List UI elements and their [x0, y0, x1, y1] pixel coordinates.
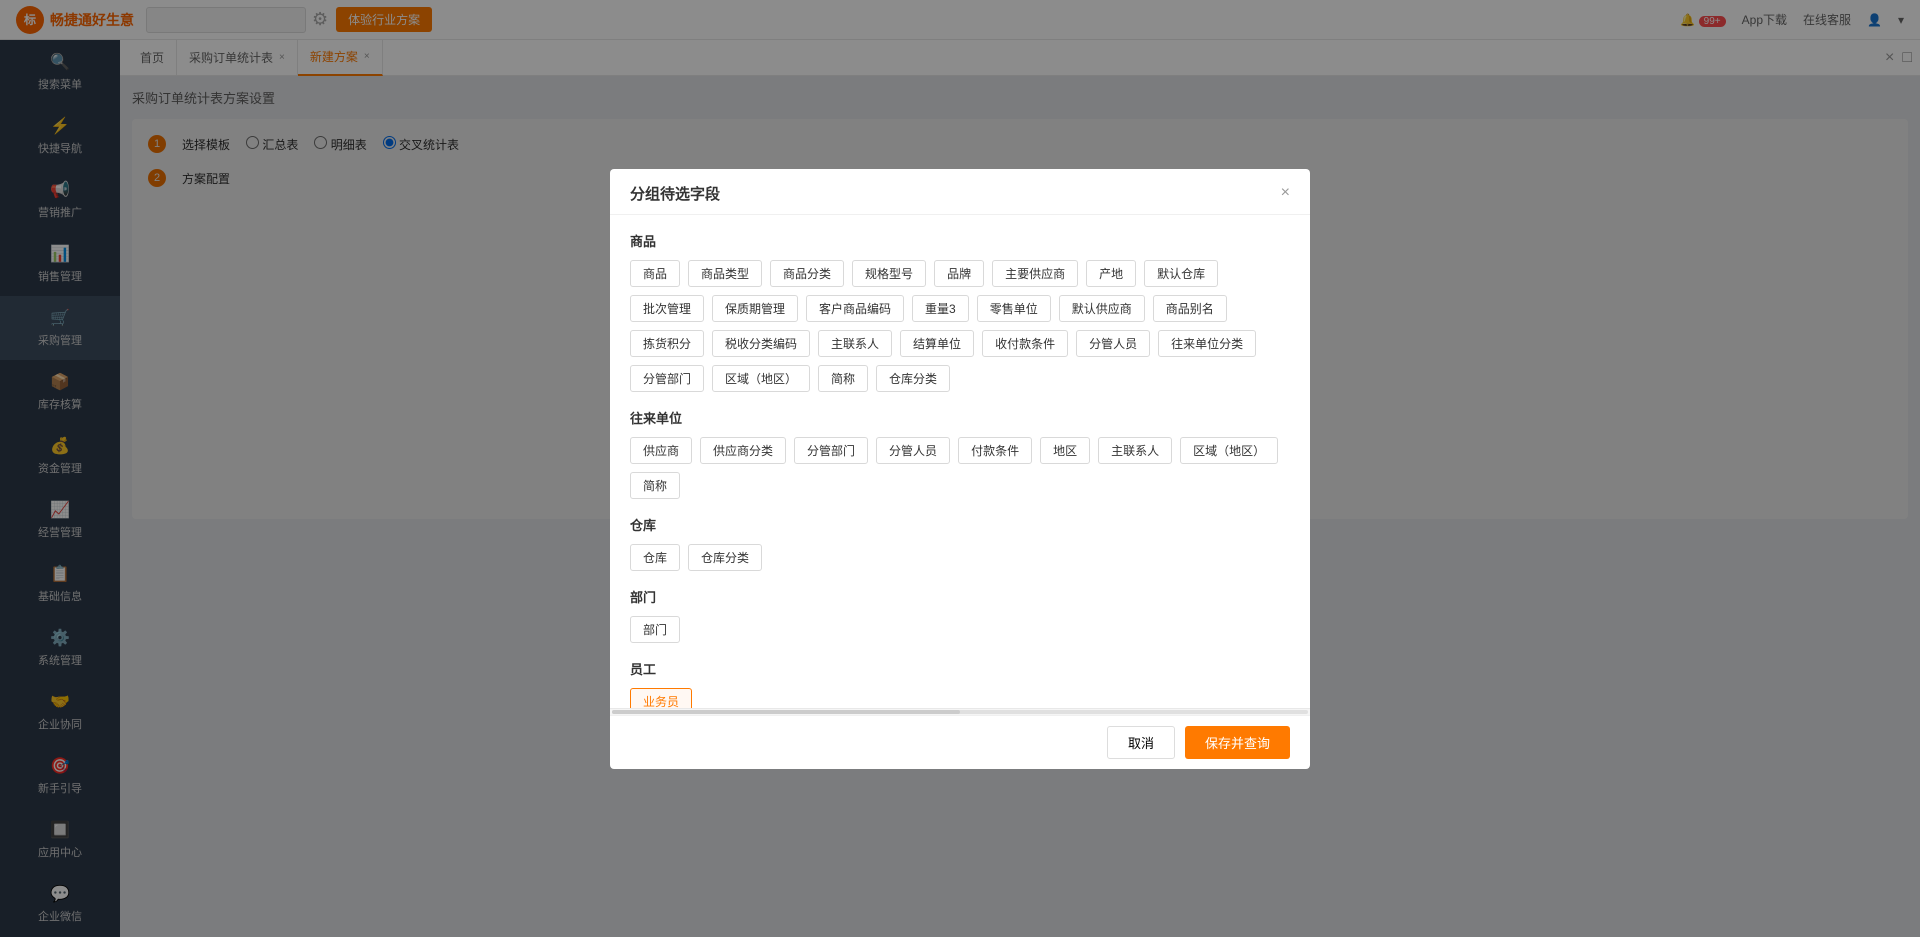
tag-region[interactable]: 区域（地区） — [712, 365, 810, 392]
tag-goods[interactable]: 商品 — [630, 260, 680, 287]
tag-retail-unit[interactable]: 零售单位 — [977, 295, 1051, 322]
tag-customer-code[interactable]: 客户商品编码 — [806, 295, 904, 322]
tag-party-category[interactable]: 往来单位分类 — [1158, 330, 1256, 357]
tag-expiry-mgmt[interactable]: 保质期管理 — [712, 295, 798, 322]
confirm-button[interactable]: 保存并查询 — [1185, 726, 1290, 759]
section-employee-label: 员工 — [630, 659, 1290, 678]
tag-default-warehouse[interactable]: 默认仓库 — [1144, 260, 1218, 287]
tag-default-supplier[interactable]: 默认供应商 — [1059, 295, 1145, 322]
goods-tags: 商品 商品类型 商品分类 规格型号 品牌 主要供应商 产地 默认仓库 批次管理 … — [630, 260, 1290, 392]
modal-header: 分组待选字段 × — [610, 169, 1310, 215]
modal-close-btn[interactable]: × — [1281, 184, 1290, 202]
modal-title: 分组待选字段 — [630, 183, 720, 204]
tag-supplier-category[interactable]: 供应商分类 — [700, 437, 786, 464]
section-employee: 员工 业务员 — [630, 659, 1290, 709]
section-party: 往来单位 供应商 供应商分类 分管部门 分管人员 付款条件 地区 主联系人 区域… — [630, 408, 1290, 499]
tag-warehouse-cat[interactable]: 仓库分类 — [688, 544, 762, 571]
scrollbar-thumb[interactable] — [612, 710, 960, 714]
section-warehouse: 仓库 仓库 仓库分类 — [630, 515, 1290, 571]
tag-salesperson[interactable]: 业务员 — [630, 688, 692, 709]
field-select-modal: 分组待选字段 × 商品 商品 商品类型 商品分类 规格型号 品牌 主要供应商 产… — [610, 169, 1310, 769]
cancel-button[interactable]: 取消 — [1107, 726, 1175, 759]
tag-origin[interactable]: 产地 — [1086, 260, 1136, 287]
tag-warehouse-category[interactable]: 仓库分类 — [876, 365, 950, 392]
tag-spec-model[interactable]: 规格型号 — [852, 260, 926, 287]
modal-overlay: 分组待选字段 × 商品 商品 商品类型 商品分类 规格型号 品牌 主要供应商 产… — [0, 0, 1920, 937]
tag-short-name2[interactable]: 简称 — [630, 472, 680, 499]
party-tags: 供应商 供应商分类 分管部门 分管人员 付款条件 地区 主联系人 区域（地区） … — [630, 437, 1290, 499]
department-tags: 部门 — [630, 616, 1290, 643]
tag-payment-terms[interactable]: 收付款条件 — [982, 330, 1068, 357]
tag-batch-mgmt[interactable]: 批次管理 — [630, 295, 704, 322]
tag-goods-type[interactable]: 商品类型 — [688, 260, 762, 287]
tag-main-contact[interactable]: 主联系人 — [818, 330, 892, 357]
tag-managed-person[interactable]: 分管人员 — [876, 437, 950, 464]
tag-warehouse[interactable]: 仓库 — [630, 544, 680, 571]
tag-short-name[interactable]: 简称 — [818, 365, 868, 392]
section-party-label: 往来单位 — [630, 408, 1290, 427]
tag-area[interactable]: 地区 — [1040, 437, 1090, 464]
horizontal-scrollbar[interactable] — [610, 708, 1310, 714]
tag-department[interactable]: 部门 — [630, 616, 680, 643]
tag-payment-condition[interactable]: 付款条件 — [958, 437, 1032, 464]
modal-footer: 取消 保存并查询 — [610, 715, 1310, 769]
tag-dept[interactable]: 分管部门 — [630, 365, 704, 392]
section-goods: 商品 商品 商品类型 商品分类 规格型号 品牌 主要供应商 产地 默认仓库 批次… — [630, 231, 1290, 392]
warehouse-tags: 仓库 仓库分类 — [630, 544, 1290, 571]
tag-brand[interactable]: 品牌 — [934, 260, 984, 287]
modal-body: 商品 商品 商品类型 商品分类 规格型号 品牌 主要供应商 产地 默认仓库 批次… — [610, 215, 1310, 709]
tag-goods-category[interactable]: 商品分类 — [770, 260, 844, 287]
employee-tags: 业务员 — [630, 688, 1290, 709]
section-department: 部门 部门 — [630, 587, 1290, 643]
tag-main-contact2[interactable]: 主联系人 — [1098, 437, 1172, 464]
tag-managed-dept[interactable]: 分管部门 — [794, 437, 868, 464]
tag-manager[interactable]: 分管人员 — [1076, 330, 1150, 357]
tag-goods-alias[interactable]: 商品别名 — [1153, 295, 1227, 322]
section-department-label: 部门 — [630, 587, 1290, 606]
tag-region2[interactable]: 区域（地区） — [1180, 437, 1278, 464]
tag-supplier[interactable]: 供应商 — [630, 437, 692, 464]
tag-main-supplier[interactable]: 主要供应商 — [992, 260, 1078, 287]
section-goods-label: 商品 — [630, 231, 1290, 250]
tag-settlement-unit[interactable]: 结算单位 — [900, 330, 974, 357]
tag-tax-code[interactable]: 税收分类编码 — [712, 330, 810, 357]
tag-pick-points[interactable]: 拣货积分 — [630, 330, 704, 357]
tag-weight3[interactable]: 重量3 — [912, 295, 969, 322]
section-warehouse-label: 仓库 — [630, 515, 1290, 534]
